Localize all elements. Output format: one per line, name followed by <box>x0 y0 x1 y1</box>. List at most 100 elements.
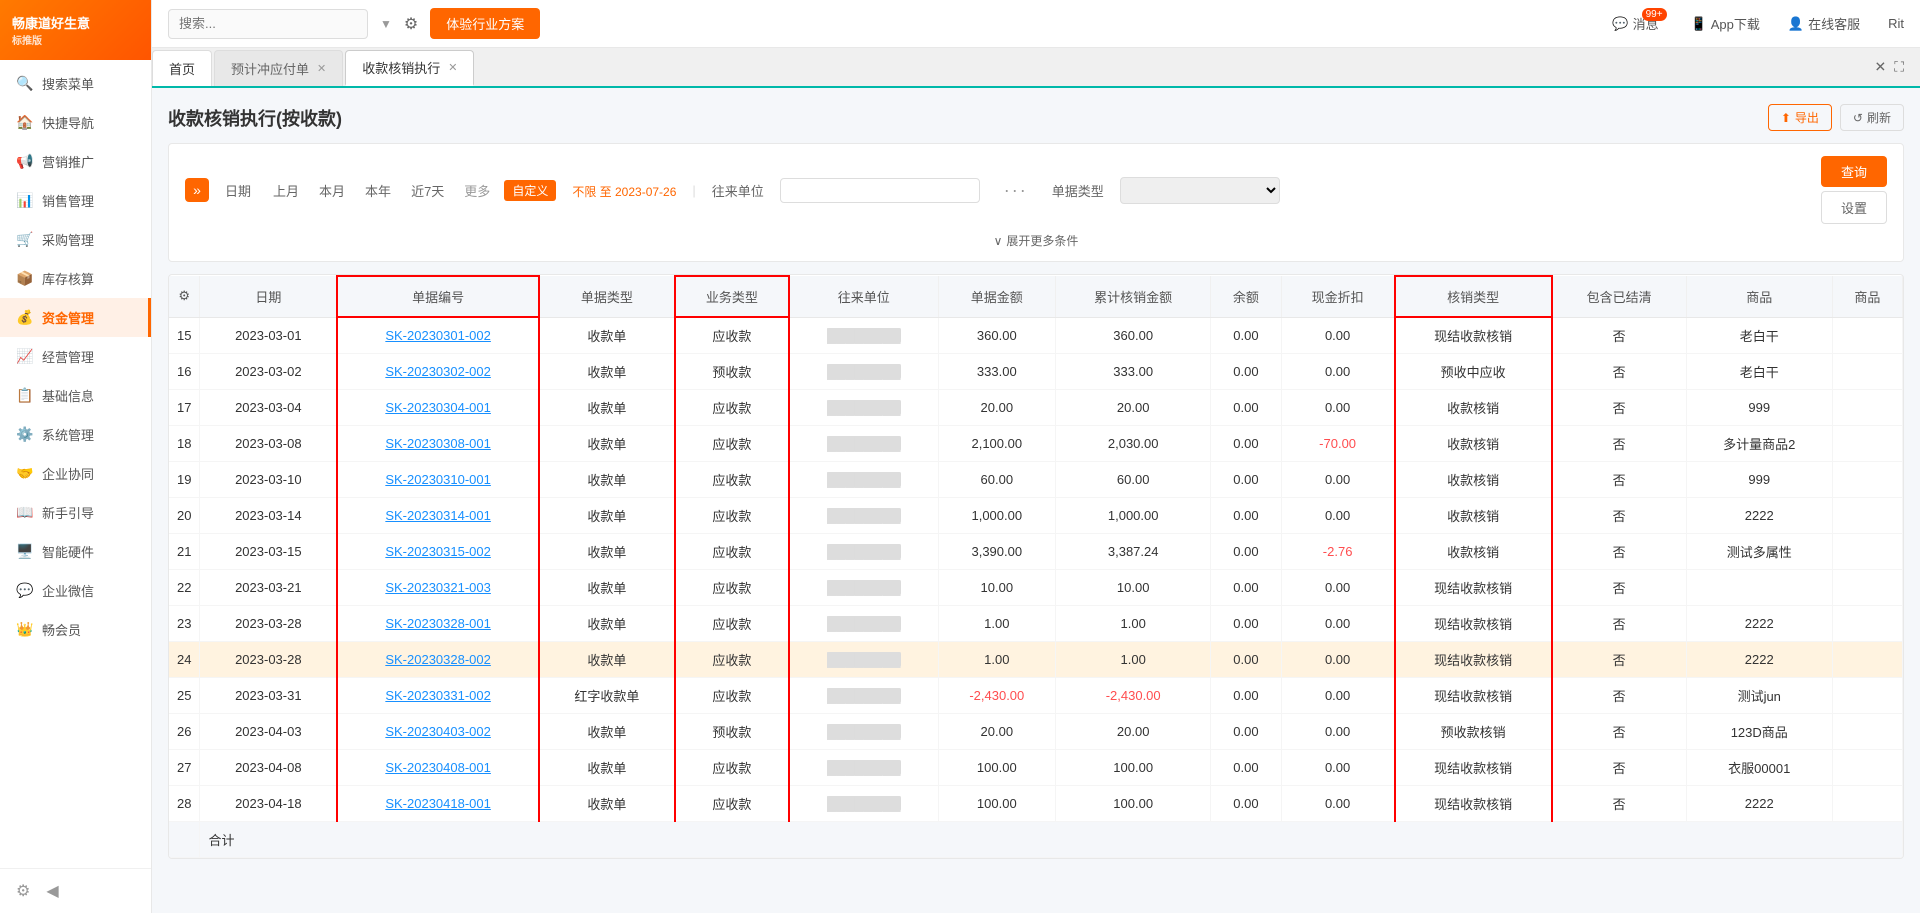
tab-close-all-btn[interactable]: ✕ <box>1874 59 1886 76</box>
bill-no-link[interactable]: SK-20230302-002 <box>385 364 491 379</box>
bill-no-link[interactable]: SK-20230403-002 <box>385 724 491 739</box>
bill-no-link[interactable]: SK-20230321-003 <box>385 580 491 595</box>
cell-include-settled: 否 <box>1552 534 1687 570</box>
cell-bill-no: SK-20230310-001 <box>337 462 539 498</box>
sidebar-item-新手引导[interactable]: 📖 新手引导 <box>0 493 151 532</box>
filter-settings-btn[interactable]: 设置 <box>1821 191 1887 224</box>
cell-balance: 0.00 <box>1211 606 1281 642</box>
cell-product2 <box>1832 354 1902 390</box>
filter-7days[interactable]: 近7天 <box>405 179 450 202</box>
sidebar-item-畅会员[interactable]: 👑 畅会员 <box>0 610 151 649</box>
bill-no-link[interactable]: SK-20230314-001 <box>385 508 491 523</box>
cell-include-settled: 否 <box>1552 354 1687 390</box>
cell-product2 <box>1832 606 1902 642</box>
cell-amount: 1,000.00 <box>938 498 1056 534</box>
bill-no-link[interactable]: SK-20230328-001 <box>385 616 491 631</box>
data-table: ⚙ 日期 单据编号 单据类型 业务类型 往来单位 单据金额 累计核销金额 余额 … <box>169 275 1903 858</box>
cell-bill-no: SK-20230304-001 <box>337 390 539 426</box>
cell-amount: 360.00 <box>938 317 1056 354</box>
filter-last-month[interactable]: 上月 <box>267 179 305 202</box>
bill-no-link[interactable]: SK-20230418-001 <box>385 796 491 811</box>
filter-this-month[interactable]: 本月 <box>313 179 351 202</box>
cell-product1: 2222 <box>1686 606 1832 642</box>
query-btn[interactable]: 查询 <box>1821 156 1887 187</box>
tab-collection[interactable]: 收款核销执行 ✕ <box>345 50 474 86</box>
bill-no-link[interactable]: SK-20230328-002 <box>385 652 491 667</box>
page-content: 收款核销执行(按收款) ⬆ 导出 ↺ 刷新 » 日期 上月 本月 <box>152 88 1920 913</box>
separator1: | <box>692 183 695 198</box>
sidebar-icon: 🏠 <box>16 114 34 132</box>
cell-unit: ████████ <box>789 570 938 606</box>
sidebar-item-企业协同[interactable]: 🤝 企业协同 <box>0 454 151 493</box>
bill-type-filter-select[interactable] <box>1120 177 1280 204</box>
sidebar-item-营销推广[interactable]: 📢 营销推广 <box>0 142 151 181</box>
topbar-msg[interactable]: 💬 消息 99+ <box>1612 14 1658 33</box>
cell-include-settled: 否 <box>1552 750 1687 786</box>
sidebar-item-基础信息[interactable]: 📋 基础信息 <box>0 376 151 415</box>
cell-write-off-type: 现结收款核销 <box>1395 678 1552 714</box>
export-icon: ⬆ <box>1781 111 1791 125</box>
sidebar-item-label: 资金管理 <box>42 308 94 327</box>
tab-collection-close[interactable]: ✕ <box>448 61 457 74</box>
tab-prepay-close[interactable]: ✕ <box>317 62 326 75</box>
settings-icon[interactable]: ⚙ <box>16 881 30 901</box>
sidebar-item-企业微信[interactable]: 💬 企业微信 <box>0 571 151 610</box>
sidebar-icon: 📊 <box>16 192 34 210</box>
sidebar-item-搜索菜单[interactable]: 🔍 搜索菜单 <box>0 64 151 103</box>
sidebar-item-智能硬件[interactable]: 🖥️ 智能硬件 <box>0 532 151 571</box>
filter-this-year[interactable]: 本年 <box>359 179 397 202</box>
table-row: 24 2023-03-28 SK-20230328-002 收款单 应收款 ██… <box>169 642 1903 678</box>
cell-amount: 333.00 <box>938 354 1056 390</box>
sidebar-item-库存核算[interactable]: 📦 库存核算 <box>0 259 151 298</box>
sidebar-icon: 💰 <box>16 309 34 327</box>
cell-bill-type: 收款单 <box>539 462 675 498</box>
unit-filter-input[interactable] <box>780 178 980 203</box>
bill-no-link[interactable]: SK-20230304-001 <box>385 400 491 415</box>
topbar-chevron-icon[interactable]: ▼ <box>380 17 392 31</box>
sidebar-item-采购管理[interactable]: 🛒 采购管理 <box>0 220 151 259</box>
table-row: 21 2023-03-15 SK-20230315-002 收款单 应收款 ██… <box>169 534 1903 570</box>
filter-custom[interactable]: 自定义 <box>504 180 556 201</box>
cell-date: 2023-03-08 <box>200 426 337 462</box>
topbar-online-service[interactable]: 👤 在线客服 <box>1788 14 1860 33</box>
cell-unit: ████████ <box>789 642 938 678</box>
bill-no-link[interactable]: SK-20230315-002 <box>385 544 491 559</box>
tab-maximize-btn[interactable]: ⛶ <box>1894 59 1904 76</box>
collapse-icon[interactable]: ◀ <box>46 881 58 901</box>
th-bill-no: 单据编号 <box>337 276 539 317</box>
industry-btn[interactable]: 体验行业方案 <box>430 8 540 39</box>
bill-no-link[interactable]: SK-20230331-002 <box>385 688 491 703</box>
cell-include-settled: 否 <box>1552 714 1687 750</box>
cell-product1: 老白干 <box>1686 354 1832 390</box>
bill-no-link[interactable]: SK-20230308-001 <box>385 436 491 451</box>
cell-include-settled: 否 <box>1552 426 1687 462</box>
refresh-btn[interactable]: ↺ 刷新 <box>1840 104 1904 131</box>
filter-expand-row[interactable]: ∨ 展开更多条件 <box>185 232 1887 249</box>
sidebar-item-快捷导航[interactable]: 🏠 快捷导航 <box>0 103 151 142</box>
bill-no-link[interactable]: SK-20230408-001 <box>385 760 491 775</box>
export-btn[interactable]: ⬆ 导出 <box>1768 104 1832 131</box>
bill-no-link[interactable]: SK-20230301-002 <box>385 328 491 343</box>
filter-more[interactable]: 更多 <box>458 179 496 202</box>
cell-product1: 999 <box>1686 462 1832 498</box>
topbar-gear-icon[interactable]: ⚙ <box>404 14 418 34</box>
sidebar-item-系统管理[interactable]: ⚙️ 系统管理 <box>0 415 151 454</box>
sidebar-item-销售管理[interactable]: 📊 销售管理 <box>0 181 151 220</box>
sidebar-item-经营管理[interactable]: 📈 经营管理 <box>0 337 151 376</box>
tab-home[interactable]: 首页 <box>152 50 212 86</box>
cell-bill-no: SK-20230308-001 <box>337 426 539 462</box>
sidebar-item-资金管理[interactable]: 💰 资金管理 <box>0 298 151 337</box>
bill-no-link[interactable]: SK-20230310-001 <box>385 472 491 487</box>
cell-written-off: 1.00 <box>1056 606 1211 642</box>
refresh-icon: ↺ <box>1853 111 1863 125</box>
cell-product2 <box>1832 426 1902 462</box>
cell-unit: ████████ <box>789 786 938 822</box>
topbar-app-download[interactable]: 📱 App下载 <box>1691 14 1760 33</box>
cell-product2 <box>1832 498 1902 534</box>
cell-bill-type: 收款单 <box>539 786 675 822</box>
tab-prepay[interactable]: 预计冲应付单 ✕ <box>214 50 343 86</box>
cell-amount: 100.00 <box>938 750 1056 786</box>
filter-expand-btn[interactable]: » <box>185 178 209 202</box>
cell-date: 2023-03-14 <box>200 498 337 534</box>
topbar-search-input[interactable] <box>168 9 368 39</box>
